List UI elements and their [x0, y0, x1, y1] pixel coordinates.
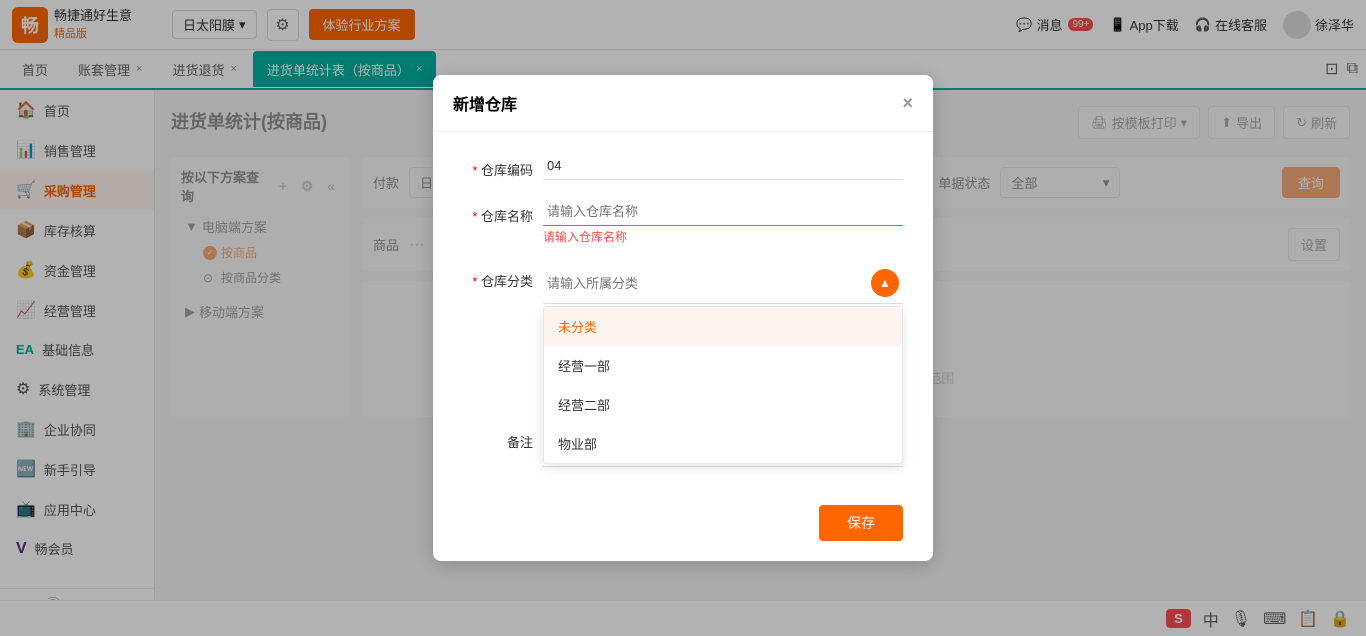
- form-row-name: 仓库名称 请输入仓库名称: [463, 198, 903, 245]
- save-button[interactable]: 保存: [819, 505, 903, 541]
- category-wrap: ▲ 未分类 经营一部 经营二部 物业部: [543, 263, 903, 304]
- name-input[interactable]: [543, 198, 903, 226]
- name-label: 仓库名称: [463, 198, 533, 225]
- remark-label: 备注: [463, 424, 533, 451]
- new-warehouse-modal: 新增仓库 × 仓库编码 仓库名称 请输入仓库名称 仓库分类 ▲: [433, 75, 933, 561]
- form-row-code: 仓库编码: [463, 152, 903, 180]
- category-dropdown-button[interactable]: ▲: [871, 269, 899, 297]
- category-label: 仓库分类: [463, 263, 533, 290]
- category-option-uncategorized[interactable]: 未分类: [544, 307, 902, 346]
- name-field-wrap: 请输入仓库名称: [543, 198, 903, 245]
- category-option-property[interactable]: 物业部: [544, 424, 902, 463]
- modal-title: 新增仓库: [453, 91, 517, 115]
- code-input[interactable]: [543, 152, 903, 180]
- category-input-row: ▲: [543, 263, 903, 304]
- modal-body: 仓库编码 仓库名称 请输入仓库名称 仓库分类 ▲ 未分类 经营一部: [433, 132, 933, 505]
- form-row-category: 仓库分类 ▲ 未分类 经营一部 经营二部 物业部: [463, 263, 903, 304]
- modal-footer: 保存: [433, 505, 933, 541]
- name-error-msg: 请输入仓库名称: [543, 228, 903, 245]
- category-input[interactable]: [547, 276, 871, 291]
- category-option-dept1[interactable]: 经营一部: [544, 346, 902, 385]
- category-dropdown-list: 未分类 经营一部 经营二部 物业部: [543, 306, 903, 464]
- modal-close-button[interactable]: ×: [902, 93, 913, 114]
- category-option-dept2[interactable]: 经营二部: [544, 385, 902, 424]
- modal-header: 新增仓库 ×: [433, 75, 933, 132]
- code-label: 仓库编码: [463, 152, 533, 179]
